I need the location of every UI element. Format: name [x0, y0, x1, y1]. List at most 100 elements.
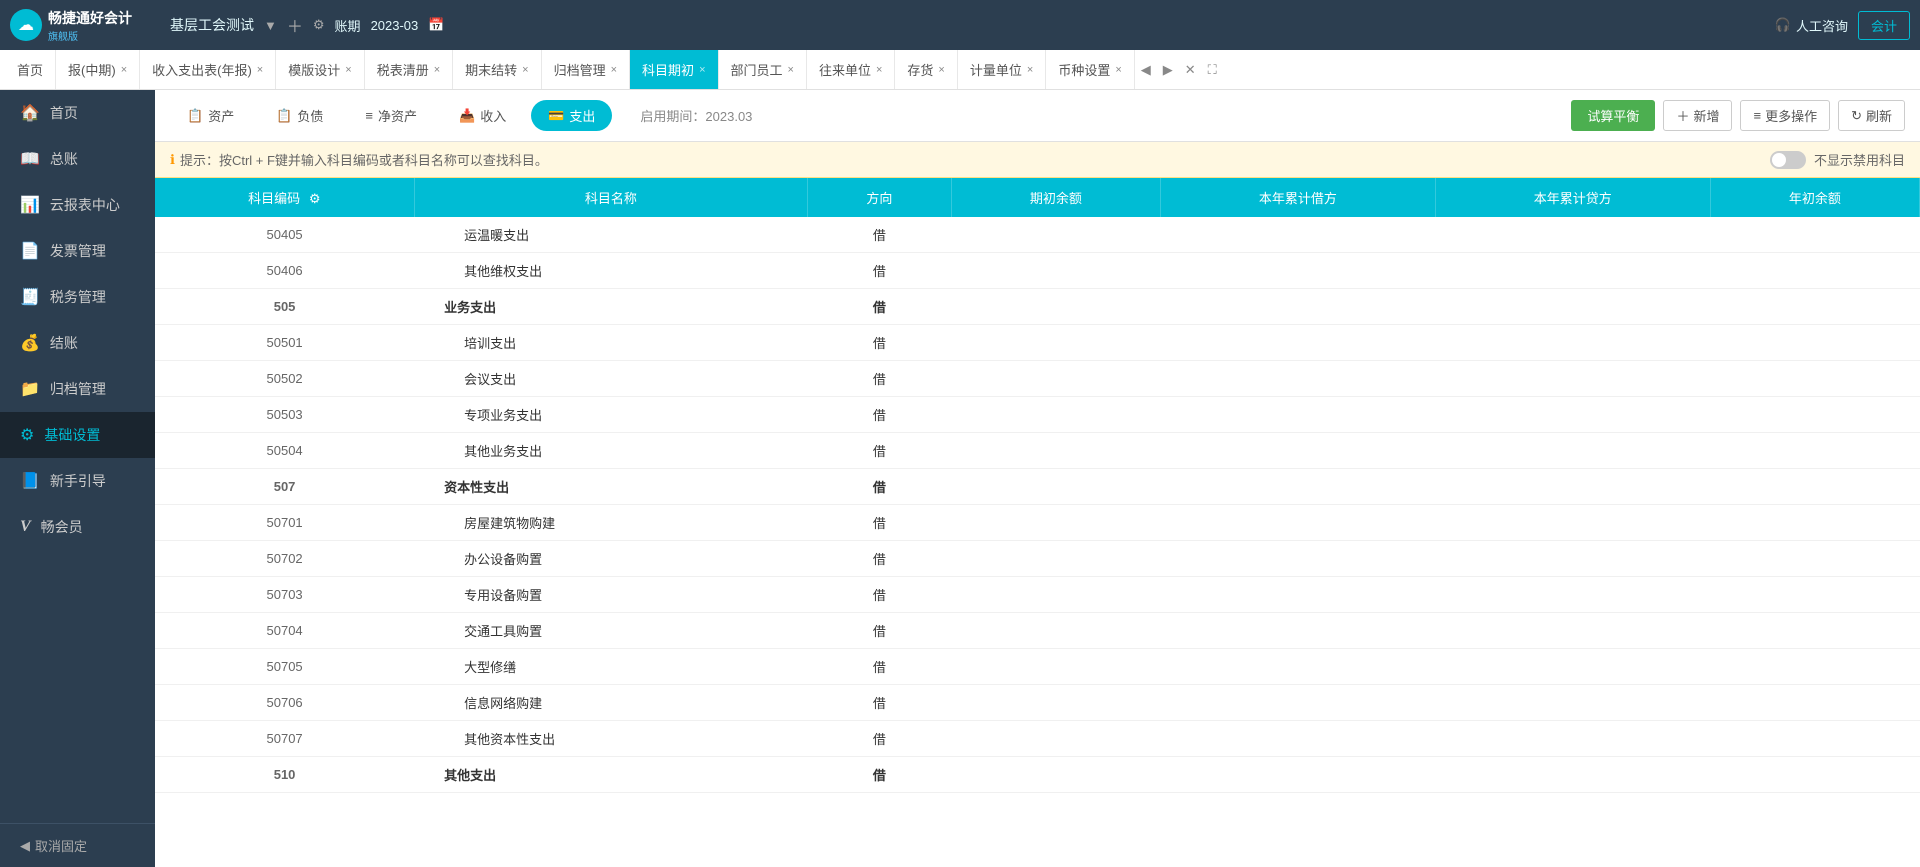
- more-operations-button[interactable]: ≡ 更多操作: [1740, 100, 1830, 131]
- period-label: 账期: [335, 16, 361, 35]
- sub-tab-net-assets[interactable]: ≡ 净资产: [348, 100, 434, 131]
- tab-income-year[interactable]: 收入支出表(年报) ×: [140, 50, 276, 90]
- sidebar-collapse-btn[interactable]: ◀ 取消固定: [0, 823, 155, 867]
- collapse-arrow-icon: ◀: [20, 838, 30, 854]
- tab-subject-init-close[interactable]: ×: [699, 64, 705, 76]
- tab-inventory-close[interactable]: ×: [938, 64, 944, 76]
- table-row[interactable]: 50707 其他资本性支出 借: [155, 721, 1920, 757]
- refresh-label: 刷新: [1866, 106, 1892, 125]
- tab-template-close[interactable]: ×: [345, 64, 351, 76]
- cell-year-open: [1710, 541, 1919, 577]
- sidebar-item-home[interactable]: 🏠 首页: [0, 90, 155, 136]
- disable-toggle[interactable]: [1770, 151, 1806, 169]
- tab-period-end-close[interactable]: ×: [522, 64, 528, 76]
- sidebar-item-settle-label: 结账: [50, 333, 78, 353]
- sub-tab-income[interactable]: 📥 收入: [442, 100, 523, 131]
- tab-report-mid[interactable]: 报(中期) ×: [56, 50, 140, 90]
- tab-tax-close[interactable]: ×: [434, 64, 440, 76]
- table-row[interactable]: 510 其他支出 借: [155, 757, 1920, 793]
- tab-dept-staff[interactable]: 部门员工 ×: [719, 50, 807, 90]
- table-row[interactable]: 50405 运温暖支出 借: [155, 217, 1920, 253]
- sidebar-item-settle[interactable]: 💰 结账: [0, 320, 155, 366]
- table-row[interactable]: 50701 房屋建筑物购建 借: [155, 505, 1920, 541]
- sidebar-item-ledger[interactable]: 📖 总账: [0, 136, 155, 182]
- cell-code: 50705: [155, 649, 414, 685]
- table-row[interactable]: 507 资本性支出 借: [155, 469, 1920, 505]
- tab-next-btn[interactable]: ▶: [1157, 62, 1179, 78]
- tab-expand-btn[interactable]: ⛶: [1202, 62, 1223, 78]
- balance-button[interactable]: 试算平衡: [1571, 100, 1655, 131]
- table-row[interactable]: 50702 办公设备购置 借: [155, 541, 1920, 577]
- settings-gear-icon: ⚙: [20, 425, 34, 445]
- user-service-btn[interactable]: 🎧 人工咨询: [1775, 16, 1848, 35]
- tab-subject-init[interactable]: 科目期初 ×: [630, 50, 718, 90]
- cell-opening: [951, 649, 1160, 685]
- table-row[interactable]: 50406 其他维权支出 借: [155, 253, 1920, 289]
- sidebar-item-invoice[interactable]: 📄 发票管理: [0, 228, 155, 274]
- dropdown-arrow-icon[interactable]: ▼: [264, 18, 277, 33]
- tab-archive-close[interactable]: ×: [611, 64, 617, 76]
- col-ytd-credit: 本年累计贷方: [1435, 178, 1710, 217]
- tab-subject-init-label: 科目期初: [642, 60, 694, 79]
- table-row[interactable]: 50705 大型修缮 借: [155, 649, 1920, 685]
- calendar-icon[interactable]: 📅: [428, 17, 444, 33]
- table-row[interactable]: 50706 信息网络购建 借: [155, 685, 1920, 721]
- tab-prev-btn[interactable]: ◀: [1135, 62, 1157, 78]
- table-row[interactable]: 505 业务支出 借: [155, 289, 1920, 325]
- tab-period-end[interactable]: 期末结转 ×: [453, 50, 541, 90]
- cell-code: 50707: [155, 721, 414, 757]
- tab-home[interactable]: 首页: [5, 50, 56, 90]
- table-row[interactable]: 50504 其他业务支出 借: [155, 433, 1920, 469]
- tab-unit[interactable]: 计量单位 ×: [958, 50, 1046, 90]
- add-button[interactable]: ＋ 新增: [1663, 100, 1732, 131]
- add-tab-btn[interactable]: ＋: [287, 13, 303, 37]
- toggle-area: 不显示禁用科目: [1770, 150, 1905, 169]
- tab-close-all-btn[interactable]: ✕: [1179, 62, 1202, 78]
- tab-partners-close[interactable]: ×: [876, 64, 882, 76]
- cell-ytd-credit: [1435, 469, 1710, 505]
- tab-currency-close[interactable]: ×: [1115, 64, 1121, 76]
- app-edition: 旗舰版: [48, 28, 132, 43]
- sub-tab-liabilities[interactable]: 📋 负债: [259, 100, 340, 131]
- settings-icon[interactable]: ⚙: [313, 17, 325, 33]
- table-row[interactable]: 50502 会议支出 借: [155, 361, 1920, 397]
- cell-direction: 借: [807, 289, 951, 325]
- table-row[interactable]: 50501 培训支出 借: [155, 325, 1920, 361]
- sidebar-item-settings[interactable]: ⚙ 基础设置: [0, 412, 155, 458]
- cell-ytd-debit: [1161, 397, 1436, 433]
- sidebar-item-tax[interactable]: 🧾 税务管理: [0, 274, 155, 320]
- sidebar-item-archive[interactable]: 📁 归档管理: [0, 366, 155, 412]
- cell-year-open: [1710, 397, 1919, 433]
- logo-area: ☁ 畅捷通好会计 旗舰版: [10, 8, 150, 43]
- table-row[interactable]: 50703 专用设备购置 借: [155, 577, 1920, 613]
- tab-currency[interactable]: 币种设置 ×: [1046, 50, 1134, 90]
- cell-direction: 借: [807, 649, 951, 685]
- settle-icon: 💰: [20, 333, 40, 353]
- sidebar-item-report[interactable]: 📊 云报表中心: [0, 182, 155, 228]
- cell-year-open: [1710, 685, 1919, 721]
- col-code-settings-icon[interactable]: ⚙: [309, 191, 321, 206]
- tab-tax[interactable]: 税表清册 ×: [365, 50, 453, 90]
- tab-inventory[interactable]: 存货 ×: [895, 50, 957, 90]
- table-row[interactable]: 50704 交通工具购置 借: [155, 613, 1920, 649]
- tab-unit-close[interactable]: ×: [1027, 64, 1033, 76]
- tab-template[interactable]: 模版设计 ×: [276, 50, 364, 90]
- cell-code: 50502: [155, 361, 414, 397]
- account-button[interactable]: 会计: [1858, 11, 1910, 40]
- sub-tab-expense[interactable]: 💳 支出: [531, 100, 612, 131]
- cell-direction: 借: [807, 325, 951, 361]
- tab-archive[interactable]: 归档管理 ×: [542, 50, 630, 90]
- tab-income-year-close[interactable]: ×: [257, 64, 263, 76]
- sub-tab-assets[interactable]: 📋 资产: [170, 100, 251, 131]
- user-service-label: 人工咨询: [1796, 16, 1848, 35]
- sidebar-item-vip[interactable]: V 畅会员: [0, 504, 155, 550]
- tab-partners[interactable]: 往来单位 ×: [807, 50, 895, 90]
- tab-dept-staff-close[interactable]: ×: [788, 64, 794, 76]
- table-row[interactable]: 50503 专项业务支出 借: [155, 397, 1920, 433]
- cell-code: 505: [155, 289, 414, 325]
- tab-report-mid-close[interactable]: ×: [121, 64, 127, 76]
- refresh-button[interactable]: ↻ 刷新: [1838, 100, 1905, 131]
- cell-direction: 借: [807, 433, 951, 469]
- cell-opening: [951, 325, 1160, 361]
- sidebar-item-guide[interactable]: 📘 新手引导: [0, 458, 155, 504]
